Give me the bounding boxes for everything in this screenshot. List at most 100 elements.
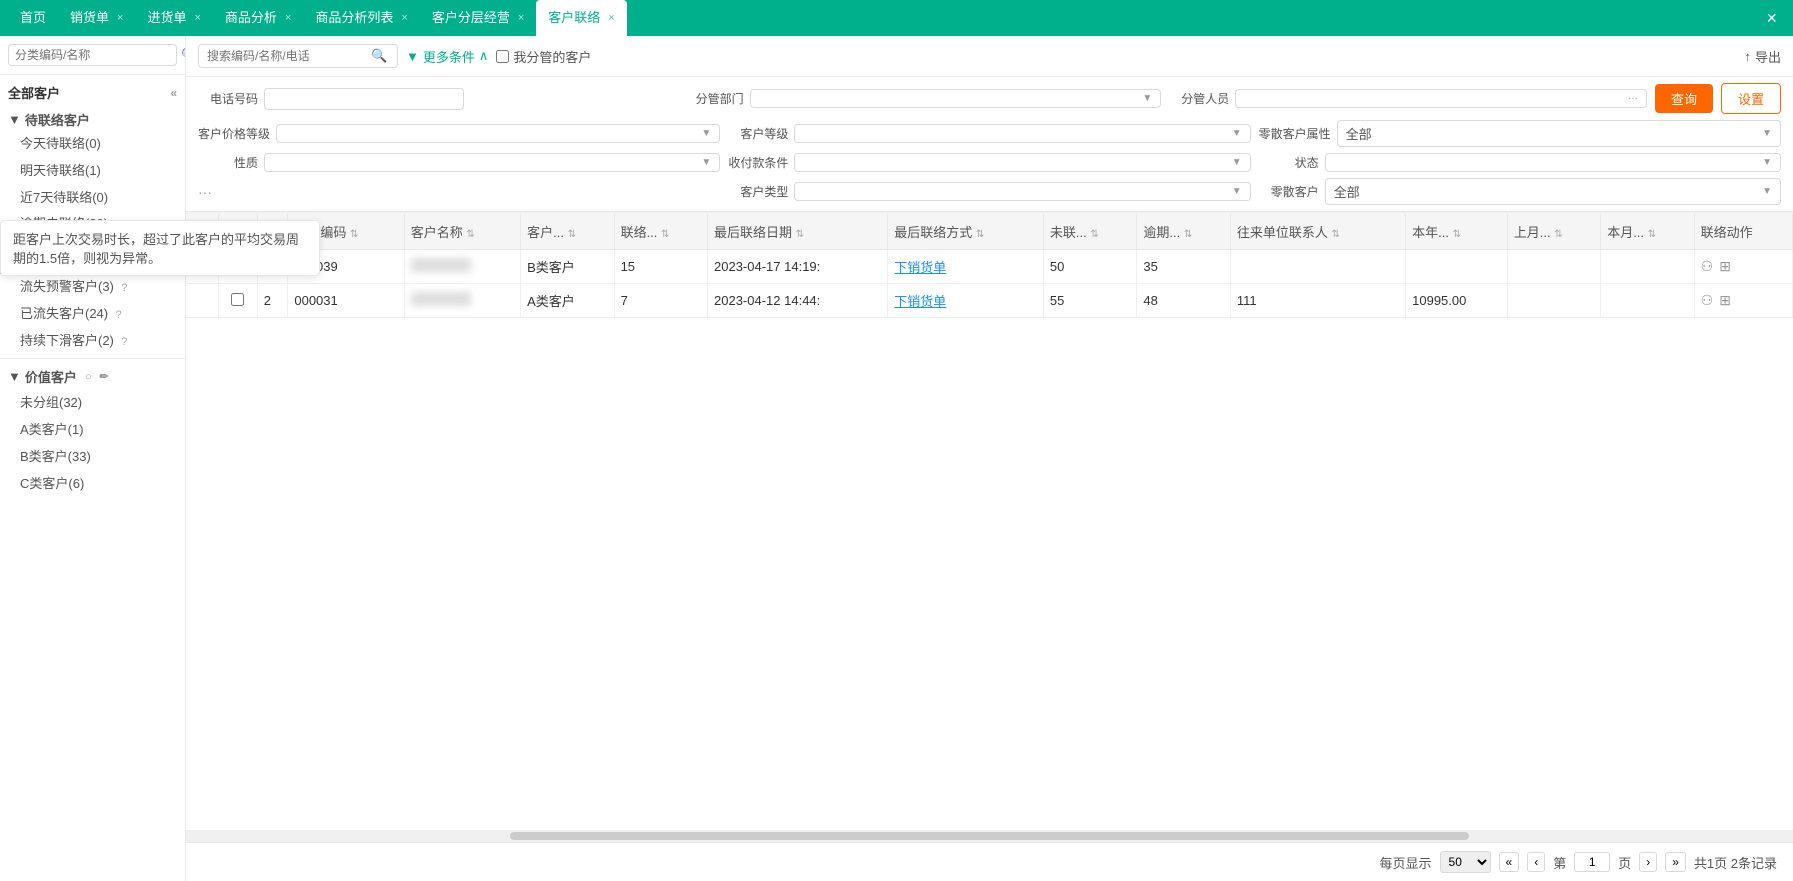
nav-customer-layered-close[interactable]: ×	[518, 0, 524, 36]
nav-product-analysis[interactable]: 商品分析 ×	[213, 0, 303, 36]
sidebar-item-declining[interactable]: 持续下滑客户(2) ?	[0, 328, 185, 355]
filter-phone-input[interactable]	[264, 88, 464, 110]
sidebar-item-tomorrow[interactable]: 明天待联络(1)	[0, 158, 185, 185]
my-customer-checkbox[interactable]	[496, 50, 509, 63]
filter-customer-type-label: 客户类型	[728, 183, 788, 200]
row2-contact-person: 111	[1230, 284, 1405, 318]
sidebar-item-c-class[interactable]: C类客户(6)	[0, 471, 185, 498]
sidebar-item-lost[interactable]: 已流失客户(24) ?	[0, 301, 185, 328]
prev-page-btn[interactable]: ‹	[1527, 852, 1545, 872]
nav-customer-contact-close[interactable]: ×	[608, 0, 614, 36]
sidebar-item-b-class[interactable]: B类客户(33)	[0, 444, 185, 471]
row1-grid-icon[interactable]: ⊞	[1719, 258, 1731, 275]
filter-row-1: 电话号码 分管部门 ▼ 分管人员 ··· 查	[198, 83, 1781, 114]
top-navigation: 首页 销货单 × 进货单 × 商品分析 × 商品分析列表 × 客户分层经营 × …	[0, 0, 1793, 36]
my-customer-checkbox-area[interactable]: 我分管的客户	[496, 47, 591, 66]
col-type: 客户... ⇅	[521, 214, 614, 250]
nav-sales-close[interactable]: ×	[117, 0, 123, 36]
filter-dots-btn[interactable]: ···	[198, 184, 212, 200]
more-filter-arrow-icon: ∧	[479, 48, 489, 64]
row2-grid-icon[interactable]: ⊞	[1719, 292, 1731, 309]
tooltip-box: 距客户上次交易时长，超过了此客户的平均交易周期的1.5倍，则视为异常。	[186, 220, 320, 276]
nav-purchase-close[interactable]: ×	[194, 0, 200, 36]
nav-product-analysis-close[interactable]: ×	[285, 0, 291, 36]
sidebar-divider2	[0, 358, 185, 359]
settings-button[interactable]: 设置	[1721, 83, 1781, 114]
row2-name	[404, 284, 520, 318]
toolbar: 🔍 ▼ 更多条件 ∧ 我分管的客户 ↑ 导出	[186, 36, 1793, 77]
table-row: 1 000039 B类客户 15 2023-04-17 14:19: 下销货单 …	[186, 250, 1793, 284]
row1-this-year	[1406, 250, 1508, 284]
sidebar-item-today[interactable]: 今天待联络(0)	[0, 131, 185, 158]
filter-customer-type-arrow: ▼	[1232, 186, 1242, 197]
row2-contact: 7	[614, 284, 707, 318]
page-number-input[interactable]	[1574, 852, 1610, 872]
filter-payment-select[interactable]: ▼	[794, 153, 1250, 172]
row2-checkbox[interactable]	[218, 284, 257, 318]
export-icon: ↑	[1744, 49, 1751, 64]
nav-customer-layered[interactable]: 客户分层经营 ×	[420, 0, 536, 36]
sidebar-pending-group[interactable]: ▼ 待联络客户	[0, 106, 185, 131]
sidebar-item-7days[interactable]: 近7天待联络(0)	[0, 185, 185, 212]
loss-warning-info-icon[interactable]: ?	[121, 282, 127, 294]
window-close-button[interactable]: ×	[1758, 8, 1785, 29]
filter-nature-select[interactable]: ▼	[264, 153, 720, 172]
filter-customer-type-select[interactable]: ▼	[794, 182, 1250, 201]
lost-info-icon[interactable]: ?	[115, 309, 121, 321]
horizontal-scrollbar[interactable]	[186, 830, 1793, 842]
filter-customer-type: 客户类型 ▼	[728, 182, 1250, 201]
last-page-btn[interactable]: »	[1665, 852, 1686, 872]
nav-product-analysis-list[interactable]: 商品分析列表 ×	[303, 0, 419, 36]
filter-customer-level-select[interactable]: ▼	[794, 124, 1250, 143]
filter-dept-select[interactable]: ▼	[750, 89, 1162, 108]
row2-actions: ⚇ ⊞	[1694, 284, 1792, 318]
filter-price-level-select[interactable]: ▼	[276, 124, 720, 143]
row2-link-icon[interactable]: ⚇	[1701, 292, 1714, 309]
main-search-input[interactable]	[207, 49, 367, 63]
per-page-select[interactable]: 50 100	[1440, 851, 1491, 873]
value-group-edit2-icon[interactable]: ✏	[100, 370, 109, 383]
nav-home[interactable]: 首页	[8, 0, 58, 36]
filter-price-level-label: 客户价格等级	[198, 125, 270, 142]
row2-last-contact-method[interactable]: 下销货单	[888, 284, 1044, 318]
scroll-thumb[interactable]	[510, 832, 1469, 840]
next-page-btn[interactable]: ›	[1639, 852, 1657, 872]
nav-product-list-close[interactable]: ×	[401, 0, 407, 36]
pagination: 每页显示 50 100 « ‹ 第 页 › » 共1页 2条记录	[186, 842, 1793, 881]
sidebar-item-loss-warning[interactable]: 流失预警客户(3) ?	[0, 274, 185, 301]
sidebar-search-input[interactable]	[8, 44, 177, 66]
col-this-month: 本月... ⇅	[1601, 214, 1694, 250]
nav-customer-contact[interactable]: 客户联络 ×	[536, 0, 626, 36]
main-search-icon[interactable]: 🔍	[371, 48, 387, 64]
row2-settings	[186, 284, 218, 318]
sidebar-value-group[interactable]: ▼ 价值客户 ○ ✏	[0, 363, 185, 390]
query-button[interactable]: 查询	[1655, 84, 1713, 113]
sidebar-item-ungrouped[interactable]: 未分组(32)	[0, 390, 185, 417]
sidebar-all-customers[interactable]: 全部客户 «	[0, 75, 185, 106]
col-pending: 未联... ⇅	[1043, 214, 1136, 250]
row2-select-checkbox[interactable]	[231, 293, 244, 306]
filter-status-arrow: ▼	[1762, 157, 1772, 168]
row1-link-icon[interactable]: ⚇	[1701, 258, 1714, 275]
total-label: 共1页 2条记录	[1694, 853, 1777, 872]
first-page-btn[interactable]: «	[1499, 852, 1520, 872]
row1-last-contact-method[interactable]: 下销货单	[888, 250, 1044, 284]
nav-sales[interactable]: 销货单 ×	[58, 0, 135, 36]
customer-table: ⚙ # 客户编码 ⇅ 客户名称 ⇅ 客户... ⇅ 联络... ⇅ 最后联络日期…	[186, 214, 1793, 318]
more-filter-btn[interactable]: ▼ 更多条件 ∧	[406, 47, 488, 66]
filter-status-select[interactable]: ▼	[1325, 153, 1781, 172]
row1-name	[404, 250, 520, 284]
row1-last-contact-date: 2023-04-17 14:19:	[708, 250, 888, 284]
filter-manager-select[interactable]: ···	[1235, 89, 1647, 108]
declining-info-icon[interactable]: ?	[121, 336, 127, 348]
nav-purchase[interactable]: 进货单 ×	[135, 0, 212, 36]
value-group-edit-icon[interactable]: ○	[85, 371, 92, 383]
row1-last-month	[1507, 250, 1600, 284]
filter-manager-arrow: ···	[1628, 93, 1638, 104]
filter-retail-attr-select[interactable]: 全部 ▼	[1337, 120, 1781, 147]
filter-retail-customer-select[interactable]: 全部 ▼	[1325, 178, 1781, 205]
export-button[interactable]: ↑ 导出	[1744, 47, 1781, 66]
sidebar-item-a-class[interactable]: A类客户(1)	[0, 417, 185, 444]
sidebar-collapse-btn[interactable]: «	[170, 86, 177, 100]
col-last-month: 上月... ⇅	[1507, 214, 1600, 250]
